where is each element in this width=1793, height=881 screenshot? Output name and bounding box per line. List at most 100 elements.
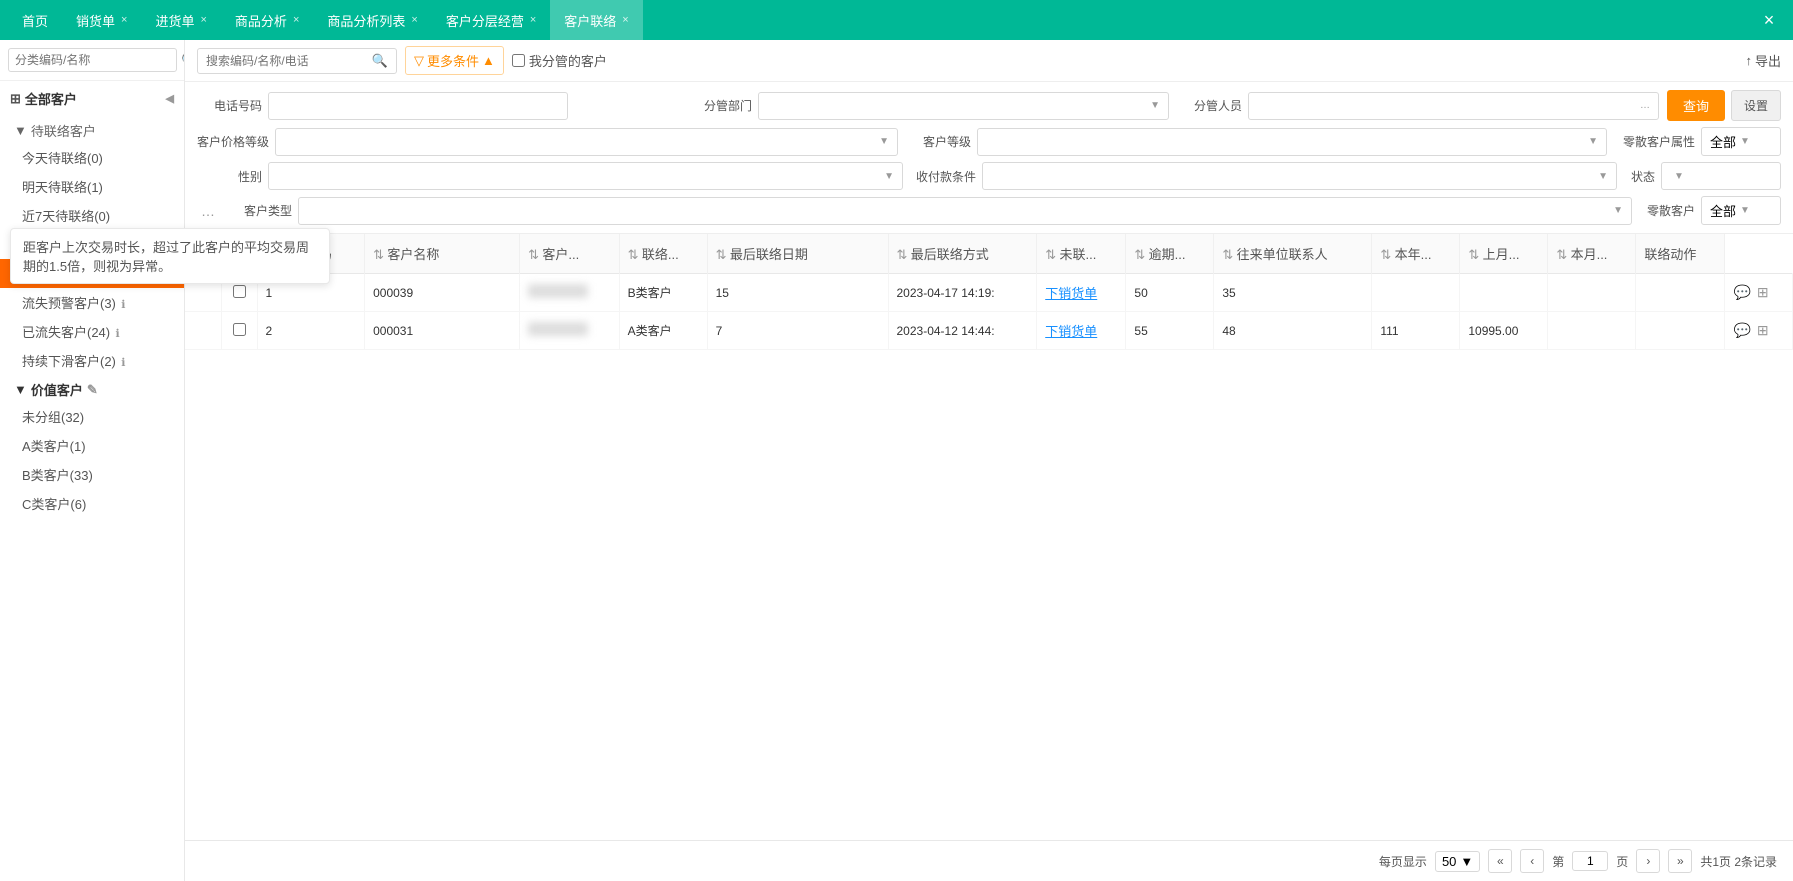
price-level-label: 客户价格等级 (197, 133, 269, 150)
cell-last-date-1: 2023-04-17 14:19: (888, 274, 1037, 312)
next-page-button[interactable]: › (1636, 849, 1660, 873)
dept-field: 分管部门 ▼ (687, 92, 1169, 120)
last-method-link-1[interactable]: 下销货单 (1045, 286, 1097, 301)
cell-name-1 (520, 274, 619, 312)
export-button[interactable]: ↑ 导出 (1745, 51, 1781, 70)
status-label: 状态 (1625, 168, 1655, 185)
retail-customer-select[interactable]: 全部 ▼ (1701, 196, 1781, 225)
nav-item-home[interactable]: 首页 (8, 0, 62, 40)
filter-icon: ▽ (414, 53, 424, 69)
col-contact-person: ⇅ 往来单位联系人 (1214, 234, 1372, 274)
retail-attr-select[interactable]: 全部 ▼ (1701, 127, 1781, 156)
col-level: ⇅ 客户... (520, 234, 619, 274)
gender-select[interactable]: ▼ (268, 162, 903, 190)
nav-item-customer-segmentation[interactable]: 客户分层经营 × (432, 0, 550, 40)
price-level-select[interactable]: ▼ (275, 128, 898, 156)
cell-code-2: 000031 (365, 312, 520, 350)
status-select[interactable]: ▼ (1661, 162, 1781, 190)
col-last-contact-date: ⇅ 最后联络日期 (707, 234, 888, 274)
close-customer-segmentation-icon[interactable]: × (530, 14, 536, 26)
more-dots[interactable]: … (197, 203, 219, 219)
cell-overdue-1: 35 (1214, 274, 1372, 312)
search-input[interactable] (206, 54, 372, 68)
last-method-link-2[interactable]: 下销货单 (1045, 324, 1097, 339)
value-customer-group[interactable]: ▼ 价值客户 ✎ (0, 375, 184, 402)
close-purchase-icon[interactable]: × (200, 14, 206, 26)
page-input[interactable] (1572, 851, 1608, 871)
sidebar-search-input[interactable] (8, 48, 177, 72)
filter-row-4: … 客户类型 ▼ 零散客户 全部 ▼ (197, 196, 1781, 225)
dept-select[interactable]: ▼ (758, 92, 1169, 120)
customer-type-select[interactable]: ▼ (298, 197, 1632, 225)
payment-select[interactable]: ▼ (982, 162, 1617, 190)
window-close-button[interactable]: × (1753, 4, 1785, 36)
chat-icon-1[interactable]: 💬 (1733, 284, 1750, 301)
sidebar-item-today-pending[interactable]: 今天待联络(0) (0, 143, 184, 172)
col-name: ⇅ 客户名称 (365, 234, 520, 274)
prev-page-button[interactable]: ‹ (1520, 849, 1544, 873)
row-checkbox-1[interactable] (233, 285, 246, 298)
query-button[interactable]: 查询 (1667, 90, 1725, 121)
cell-overdue-2: 48 (1214, 312, 1372, 350)
last-page-button[interactable]: » (1668, 849, 1692, 873)
close-product-analysis-icon[interactable]: × (293, 14, 299, 26)
sidebar-item-declining[interactable]: 持续下滑客户(2) ℹ (0, 346, 184, 375)
sort-icon-no-contact: ⇅ (1045, 247, 1056, 262)
sidebar-item-ungrouped[interactable]: 未分组(32) (0, 402, 184, 431)
sort-icon-name: ⇅ (373, 247, 384, 262)
cell-checkbox-2 (221, 312, 257, 350)
nav-item-product-analysis-list[interactable]: 商品分析列表 × (313, 0, 431, 40)
customer-level-select[interactable]: ▼ (977, 128, 1607, 156)
nav-item-customer-contact[interactable]: 客户联络 × (550, 0, 642, 40)
close-customer-contact-icon[interactable]: × (622, 14, 628, 26)
cell-name-2 (520, 312, 619, 350)
status-field: 状态 ▼ (1625, 162, 1781, 190)
sidebar-item-b-class[interactable]: B类客户(33) (0, 460, 184, 489)
info-icon-declining: ℹ (121, 357, 125, 369)
settings-button[interactable]: 设置 (1731, 90, 1781, 121)
sidebar-item-lost-warning[interactable]: 流失预警客户(3) ℹ (0, 288, 184, 317)
cell-settings-2 (185, 312, 221, 350)
sidebar-item-7days-pending[interactable]: 近7天待联络(0) (0, 201, 184, 230)
sidebar-item-a-class[interactable]: A类客户(1) (0, 431, 184, 460)
link-icon-1[interactable]: ⊞ (1757, 284, 1769, 301)
nav-item-purchase[interactable]: 进货单 × (141, 0, 220, 40)
sidebar-item-c-class[interactable]: C类客户(6) (0, 489, 184, 518)
cell-person-1 (1372, 274, 1460, 312)
col-current-year: ⇅ 本年... (1372, 234, 1460, 274)
export-icon: ↑ (1745, 53, 1752, 68)
collapse-icon[interactable]: ◀ (166, 92, 174, 105)
tooltip-box: 距客户上次交易时长，超过了此客户的平均交易周期的1.5倍，则视为异常。 (10, 228, 330, 284)
sidebar-item-lost[interactable]: 已流失客户(24) ℹ (0, 317, 184, 346)
sort-icon-date: ⇅ (716, 247, 727, 262)
link-icon-2[interactable]: ⊞ (1757, 322, 1769, 339)
nav-item-sales[interactable]: 销货单 × (62, 0, 141, 40)
my-customers-checkbox[interactable] (512, 54, 525, 67)
pending-contact-group[interactable]: ▼ 待联络客户 (0, 116, 184, 143)
retail-customer-field: 零散客户 全部 ▼ (1640, 196, 1781, 225)
search-box: 🔍 (197, 48, 397, 74)
phone-input[interactable] (268, 92, 568, 120)
cell-contact-count-2: 7 (707, 312, 888, 350)
chat-icon-2[interactable]: 💬 (1733, 322, 1750, 339)
gender-field: 性别 ▼ (197, 162, 903, 190)
close-product-analysis-list-icon[interactable]: × (411, 14, 417, 26)
grid-icon: ⊞ (10, 91, 21, 107)
top-navigation: 首页 销货单 × 进货单 × 商品分析 × 商品分析列表 × 客户分层经营 × … (0, 0, 1793, 40)
cell-level-1: B类客户 (619, 274, 707, 312)
cell-last-date-2: 2023-04-12 14:44: (888, 312, 1037, 350)
search-icon[interactable]: 🔍 (372, 53, 388, 69)
all-customers-title[interactable]: ⊞ 全部客户 ◀ (0, 81, 184, 116)
row-checkbox-2[interactable] (233, 323, 246, 336)
content-area: 🔍 ▽ 更多条件 ▲ 我分管的客户 ↑ 导出 电话号码 (185, 40, 1793, 881)
cell-no-contact-2: 55 (1126, 312, 1214, 350)
manager-select[interactable]: … (1248, 92, 1659, 120)
close-sales-icon[interactable]: × (121, 14, 127, 26)
edit-icon[interactable]: ✎ (87, 382, 98, 398)
phone-field: 电话号码 (197, 92, 679, 120)
page-size-select[interactable]: 50 ▼ (1435, 851, 1480, 872)
more-conditions-button[interactable]: ▽ 更多条件 ▲ (405, 46, 504, 75)
sidebar-item-tomorrow-pending[interactable]: 明天待联络(1) (0, 172, 184, 201)
first-page-button[interactable]: « (1488, 849, 1512, 873)
nav-item-product-analysis[interactable]: 商品分析 × (221, 0, 313, 40)
